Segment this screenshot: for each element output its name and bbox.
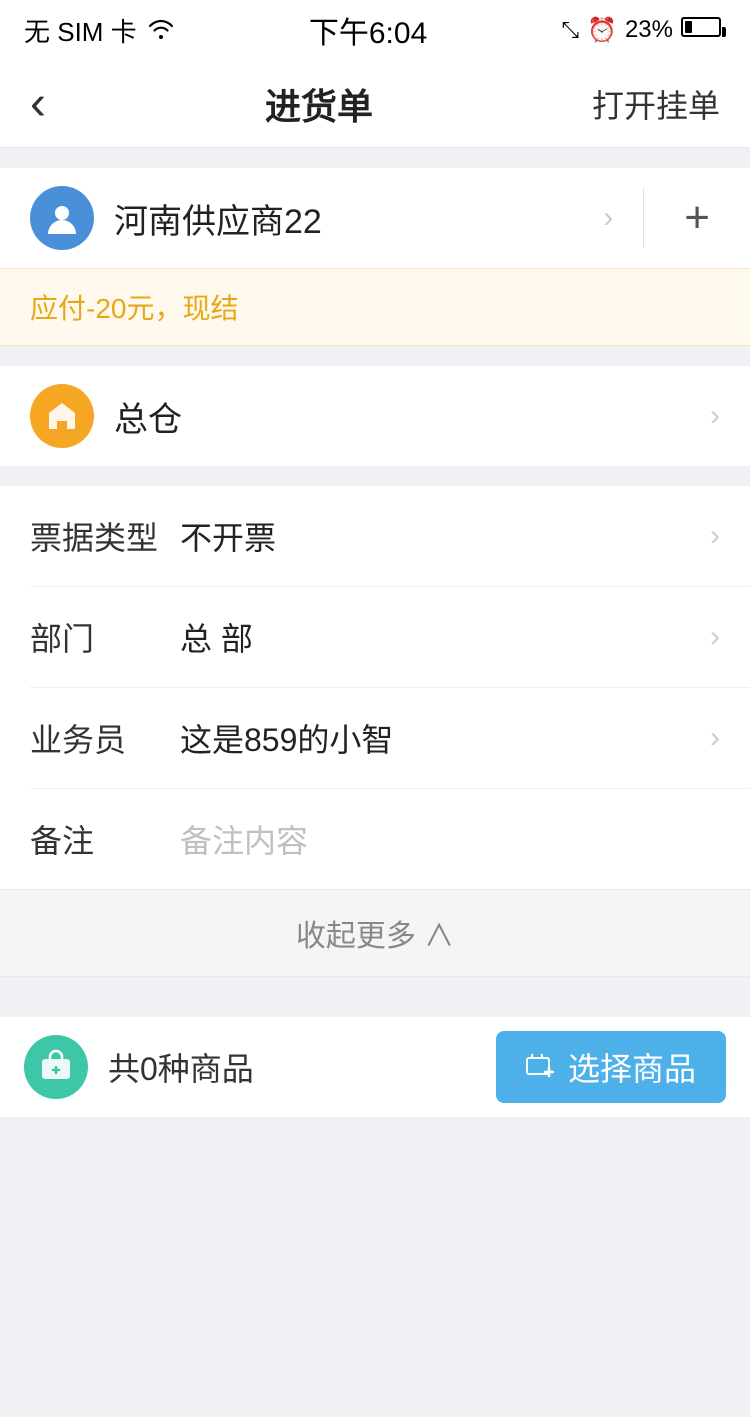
- form-row-remark[interactable]: 备注 备注内容: [0, 789, 750, 889]
- warehouse-card: 总仓 ›: [0, 366, 750, 466]
- carrier-label: 无 SIM 卡: [24, 12, 137, 49]
- warehouse-icon: [30, 384, 94, 448]
- warehouse-chevron-icon: ›: [710, 399, 720, 433]
- product-bar: 共0种商品 选择商品: [0, 1017, 750, 1117]
- warehouse-name: 总仓: [114, 392, 710, 441]
- supplier-card: 河南供应商22 › + 应付-20元，现结: [0, 168, 750, 346]
- form-card: 票据类型 不开票 › 部门 总 部 › 业务员 这是859的小智 › 备注 备注…: [0, 486, 750, 889]
- product-count-label: 共0种商品: [108, 1044, 496, 1090]
- open-pending-button[interactable]: 打开挂单: [592, 81, 720, 127]
- notice-bar: 应付-20元，现结: [0, 268, 750, 346]
- notice-text: 应付-20元，现结: [30, 293, 238, 324]
- status-bar: 无 SIM 卡 下午6:04 ⤡ ⏰ 23%: [0, 0, 750, 60]
- section-gap-2: [0, 346, 750, 366]
- supplier-name: 河南供应商22: [114, 194, 603, 243]
- department-chevron: ›: [710, 620, 720, 654]
- select-product-button[interactable]: 选择商品: [496, 1031, 726, 1103]
- invoice-type-label: 票据类型: [30, 513, 170, 559]
- status-right: ⤡ ⏰ 23%: [561, 16, 726, 45]
- collapse-button[interactable]: 收起更多 ∧: [0, 889, 750, 977]
- invoice-type-chevron: ›: [710, 519, 720, 553]
- status-left: 无 SIM 卡: [24, 12, 175, 49]
- department-label: 部门: [30, 614, 170, 660]
- background-fill: [0, 1117, 750, 1417]
- battery-label: 23%: [625, 16, 673, 44]
- form-row-department[interactable]: 部门 总 部 ›: [0, 587, 750, 687]
- select-product-label: 选择商品: [568, 1044, 696, 1090]
- form-row-salesman[interactable]: 业务员 这是859的小智 ›: [0, 688, 750, 788]
- nav-bar: ‹ 进货单 打开挂单: [0, 60, 750, 148]
- remark-label: 备注: [30, 816, 170, 862]
- product-icon: [24, 1035, 88, 1099]
- section-gap-3: [0, 466, 750, 486]
- invoice-type-value: 不开票: [170, 513, 710, 559]
- back-button[interactable]: ‹: [30, 76, 46, 131]
- section-gap-1: [0, 148, 750, 168]
- department-value: 总 部: [170, 614, 710, 660]
- section-gap-4: [0, 977, 750, 997]
- supplier-right: › +: [603, 188, 720, 248]
- supplier-chevron-icon: ›: [603, 201, 613, 235]
- salesman-chevron: ›: [710, 721, 720, 755]
- form-row-invoice-type[interactable]: 票据类型 不开票 ›: [0, 486, 750, 586]
- collapse-label: 收起更多 ∧: [296, 911, 454, 955]
- supplier-avatar: [30, 186, 94, 250]
- status-time: 下午6:04: [309, 8, 427, 52]
- salesman-value: 这是859的小智: [170, 715, 710, 761]
- location-icon: ⤡: [561, 17, 579, 43]
- alarm-icon: ⏰: [587, 16, 617, 45]
- remark-placeholder: 备注内容: [170, 816, 720, 862]
- add-supplier-button[interactable]: +: [674, 193, 720, 243]
- supplier-row[interactable]: 河南供应商22 › +: [0, 168, 750, 268]
- vertical-divider: [643, 188, 644, 248]
- nav-title: 进货单: [265, 78, 373, 130]
- warehouse-row[interactable]: 总仓 ›: [0, 366, 750, 466]
- salesman-label: 业务员: [30, 715, 170, 761]
- wifi-icon: [147, 15, 175, 46]
- battery-icon: [681, 16, 726, 44]
